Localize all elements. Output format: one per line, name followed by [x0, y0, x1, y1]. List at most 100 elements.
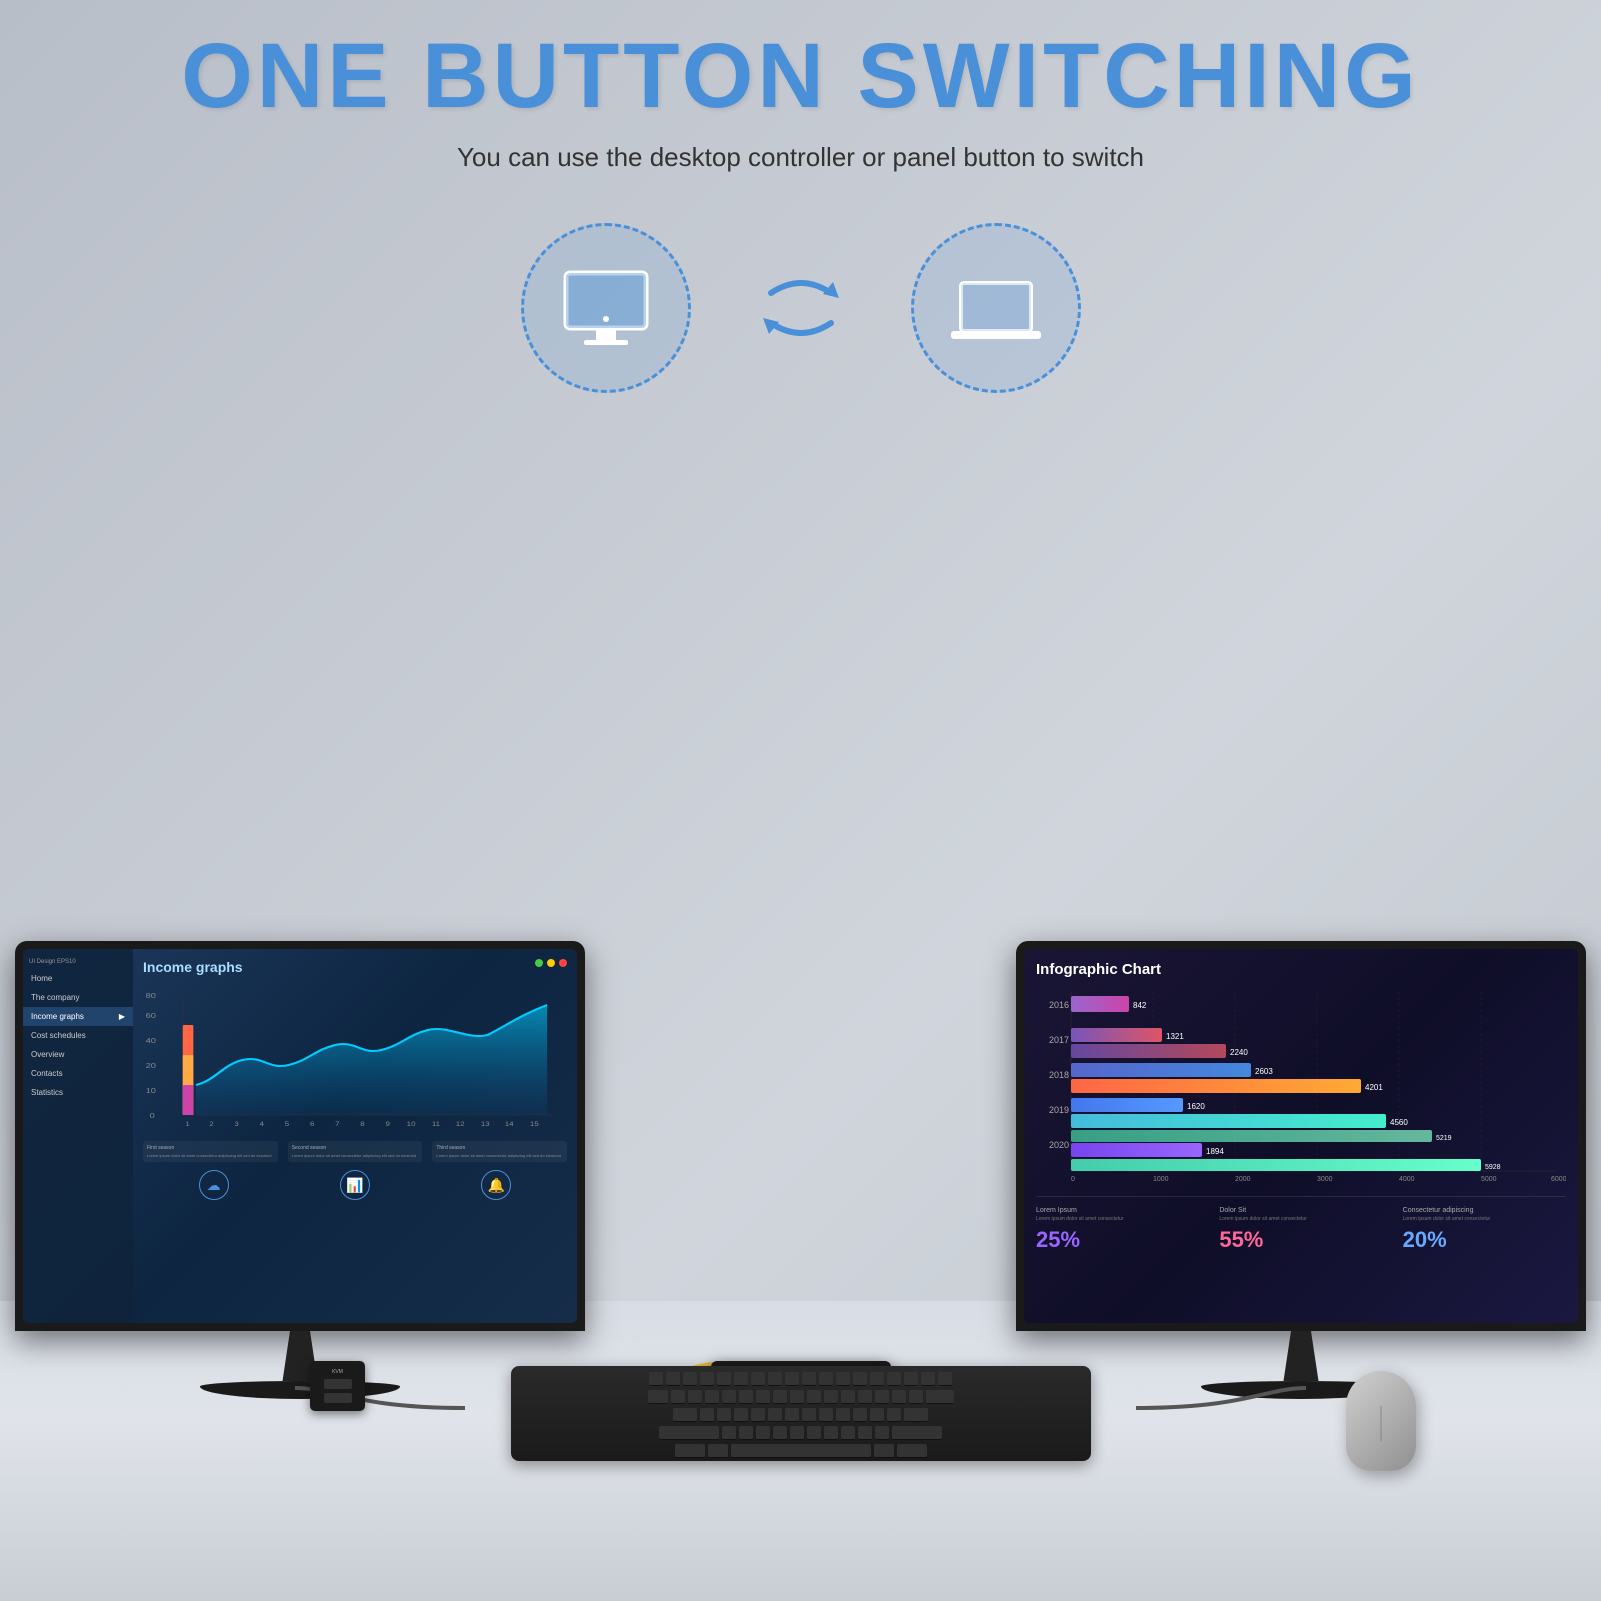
key[interactable] [887, 1408, 901, 1422]
key[interactable] [700, 1408, 714, 1422]
key[interactable] [768, 1408, 782, 1422]
left-sidebar: UI Design EPS10 Home The company Income … [23, 949, 133, 1323]
key[interactable] [836, 1372, 850, 1386]
key[interactable] [773, 1426, 787, 1440]
key[interactable] [648, 1390, 668, 1404]
svg-text:2240: 2240 [1230, 1048, 1248, 1057]
key-ctrl[interactable] [675, 1444, 705, 1458]
key-alt-right[interactable] [874, 1444, 894, 1458]
legend-third: Third season Lorem ipsum dolor sit amet … [432, 1141, 567, 1162]
key[interactable] [841, 1390, 855, 1404]
key-backspace[interactable] [926, 1390, 954, 1404]
key[interactable] [688, 1390, 702, 1404]
monitor-frame-left: UI Design EPS10 Home The company Income … [15, 941, 585, 1331]
key-alt[interactable] [708, 1444, 728, 1458]
key[interactable] [768, 1372, 782, 1386]
cloud-icon: ☁ [199, 1170, 229, 1200]
key[interactable] [717, 1372, 731, 1386]
nav-contacts[interactable]: Contacts [23, 1064, 133, 1083]
key[interactable] [921, 1372, 935, 1386]
key[interactable] [824, 1390, 838, 1404]
key[interactable] [870, 1372, 884, 1386]
svg-text:2: 2 [209, 1122, 214, 1128]
key-tab[interactable] [673, 1408, 697, 1422]
nav-home[interactable]: Home [23, 969, 133, 988]
controller-button-1[interactable] [324, 1379, 352, 1389]
key-enter[interactable] [904, 1408, 928, 1422]
key[interactable] [853, 1372, 867, 1386]
key[interactable] [824, 1426, 838, 1440]
key[interactable] [739, 1390, 753, 1404]
svg-text:9: 9 [385, 1122, 390, 1128]
nav-statistics[interactable]: Statistics [23, 1083, 133, 1102]
svg-text:60: 60 [146, 1012, 157, 1020]
cable-right-svg [1136, 1383, 1306, 1413]
key[interactable] [858, 1390, 872, 1404]
key[interactable] [853, 1408, 867, 1422]
controller-button-2[interactable] [324, 1393, 352, 1403]
svg-text:1894: 1894 [1206, 1147, 1224, 1156]
key[interactable] [773, 1390, 787, 1404]
nav-income-graphs[interactable]: Income graphs ▶ [23, 1007, 133, 1026]
nav-cost-schedules[interactable]: Cost schedules [23, 1026, 133, 1045]
key[interactable] [705, 1390, 719, 1404]
chart-title: Income graphs [143, 959, 243, 975]
key[interactable] [892, 1390, 906, 1404]
key-space[interactable] [731, 1444, 871, 1458]
key[interactable] [722, 1390, 736, 1404]
laptop-circle [911, 223, 1081, 393]
key[interactable] [909, 1390, 923, 1404]
key[interactable] [807, 1390, 821, 1404]
key[interactable] [807, 1426, 821, 1440]
svg-text:1000: 1000 [1153, 1176, 1169, 1183]
svg-text:0: 0 [1071, 1176, 1075, 1183]
key[interactable] [785, 1408, 799, 1422]
mouse-body[interactable] [1346, 1371, 1416, 1471]
key-shift-right[interactable] [892, 1426, 942, 1440]
key[interactable] [734, 1372, 748, 1386]
mouse-divider [1381, 1406, 1382, 1441]
key[interactable] [938, 1372, 952, 1386]
key[interactable] [717, 1408, 731, 1422]
key[interactable] [666, 1372, 680, 1386]
key[interactable] [819, 1408, 833, 1422]
key[interactable] [904, 1372, 918, 1386]
key[interactable] [756, 1390, 770, 1404]
key[interactable] [756, 1426, 770, 1440]
svg-text:14: 14 [505, 1122, 514, 1128]
key[interactable] [802, 1408, 816, 1422]
monitor-right: Infographic Chart 2016 2017 2018 2019 20… [1016, 941, 1586, 1371]
key[interactable] [858, 1426, 872, 1440]
nav-company[interactable]: The company [23, 988, 133, 1007]
key-ctrl-right[interactable] [897, 1444, 927, 1458]
key[interactable] [836, 1408, 850, 1422]
chart-legend: First season Lorem ipsum dolor sit amet … [143, 1141, 567, 1162]
key[interactable] [734, 1408, 748, 1422]
key[interactable] [875, 1426, 889, 1440]
key[interactable] [802, 1372, 816, 1386]
key[interactable] [671, 1390, 685, 1404]
key[interactable] [819, 1372, 833, 1386]
key[interactable] [739, 1426, 753, 1440]
key[interactable] [790, 1426, 804, 1440]
key[interactable] [751, 1372, 765, 1386]
key[interactable] [785, 1372, 799, 1386]
key[interactable] [790, 1390, 804, 1404]
key[interactable] [722, 1426, 736, 1440]
key[interactable] [841, 1426, 855, 1440]
key-shift[interactable] [659, 1426, 719, 1440]
nav-overview[interactable]: Overview [23, 1045, 133, 1064]
key[interactable] [649, 1372, 663, 1386]
key[interactable] [887, 1372, 901, 1386]
svg-text:2603: 2603 [1255, 1067, 1273, 1076]
svg-text:1: 1 [185, 1122, 190, 1128]
key[interactable] [683, 1372, 697, 1386]
key[interactable] [751, 1408, 765, 1422]
key[interactable] [870, 1408, 884, 1422]
keyboard-row-1 [517, 1372, 1085, 1386]
key[interactable] [875, 1390, 889, 1404]
main-title: ONE BUTTON SWITCHING [181, 30, 1420, 122]
key[interactable] [700, 1372, 714, 1386]
svg-text:20: 20 [146, 1062, 157, 1070]
top-section: ONE BUTTON SWITCHING You can use the des… [0, 0, 1601, 500]
